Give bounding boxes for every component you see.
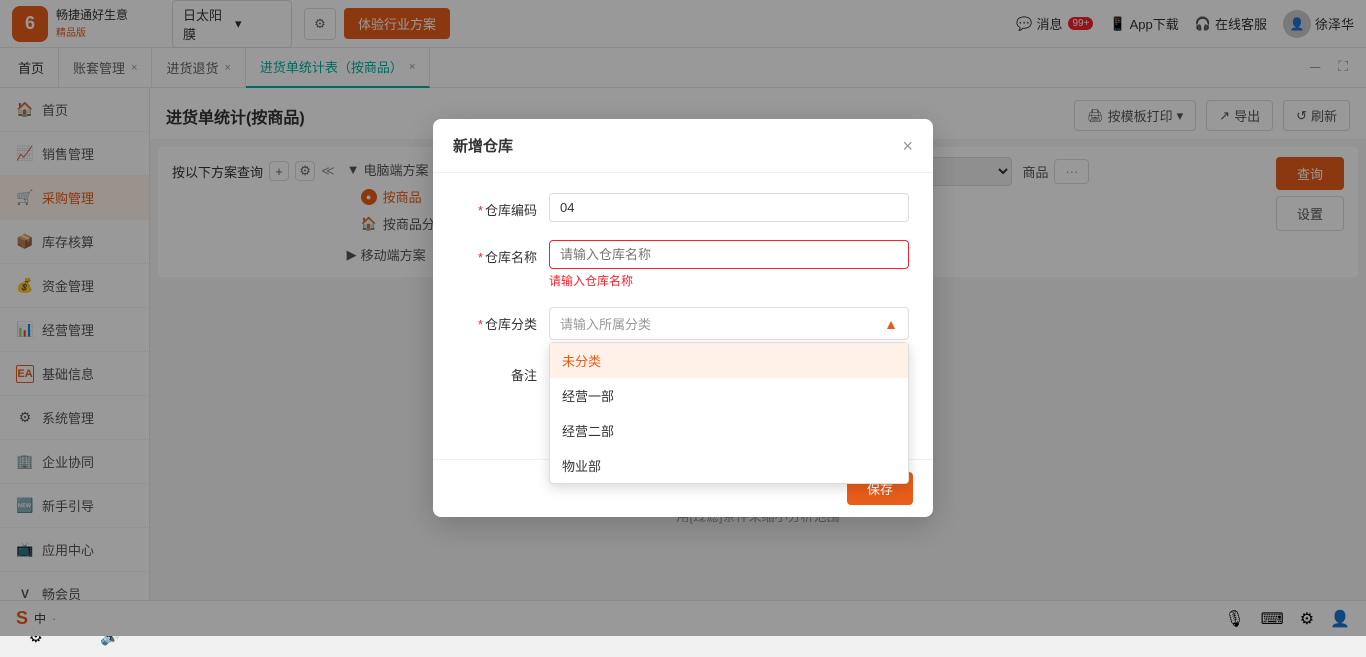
category-dropdown-trigger[interactable]: 请输入所属分类 ▲: [549, 307, 909, 340]
modal-header: 新增仓库 ×: [433, 119, 933, 173]
remark-label: 备注: [457, 358, 537, 384]
name-form-row: 仓库名称 请输入仓库名称: [457, 240, 909, 289]
category-form-row: 仓库分类 请输入所属分类 ▲ 未分类 经营一部 经营二部 物业部: [457, 307, 909, 340]
new-warehouse-modal: 新增仓库 × 仓库编码 仓库名称 请输入仓库名称 仓库分类: [433, 119, 933, 517]
modal-body: 仓库编码 仓库名称 请输入仓库名称 仓库分类 请输入所属分类: [433, 173, 933, 459]
category-dropdown-menu: 未分类 经营一部 经营二部 物业部: [549, 342, 909, 484]
code-form-row: 仓库编码: [457, 193, 909, 222]
category-label: 仓库分类: [457, 307, 537, 333]
modal-overlay: 新增仓库 × 仓库编码 仓库名称 请输入仓库名称 仓库分类: [0, 0, 1366, 636]
code-field-control: [549, 193, 909, 222]
modal-title: 新增仓库: [453, 135, 513, 156]
dropdown-option-dept2[interactable]: 经营二部: [550, 413, 908, 448]
category-field-control: 请输入所属分类 ▲ 未分类 经营一部 经营二部 物业部: [549, 307, 909, 340]
name-label: 仓库名称: [457, 240, 537, 266]
warehouse-code-input[interactable]: [549, 193, 909, 222]
category-placeholder: 请输入所属分类: [560, 317, 651, 332]
modal-close-button[interactable]: ×: [902, 137, 913, 155]
name-field-control: 请输入仓库名称: [549, 240, 909, 289]
dropdown-option-unclassified[interactable]: 未分类: [550, 343, 908, 378]
dropdown-up-arrow-icon: ▲: [884, 316, 898, 332]
name-error-msg: 请输入仓库名称: [549, 272, 909, 289]
dropdown-option-dept3[interactable]: 物业部: [550, 448, 908, 483]
code-label: 仓库编码: [457, 193, 537, 219]
dropdown-option-dept1[interactable]: 经营一部: [550, 378, 908, 413]
warehouse-name-input[interactable]: [549, 240, 909, 269]
